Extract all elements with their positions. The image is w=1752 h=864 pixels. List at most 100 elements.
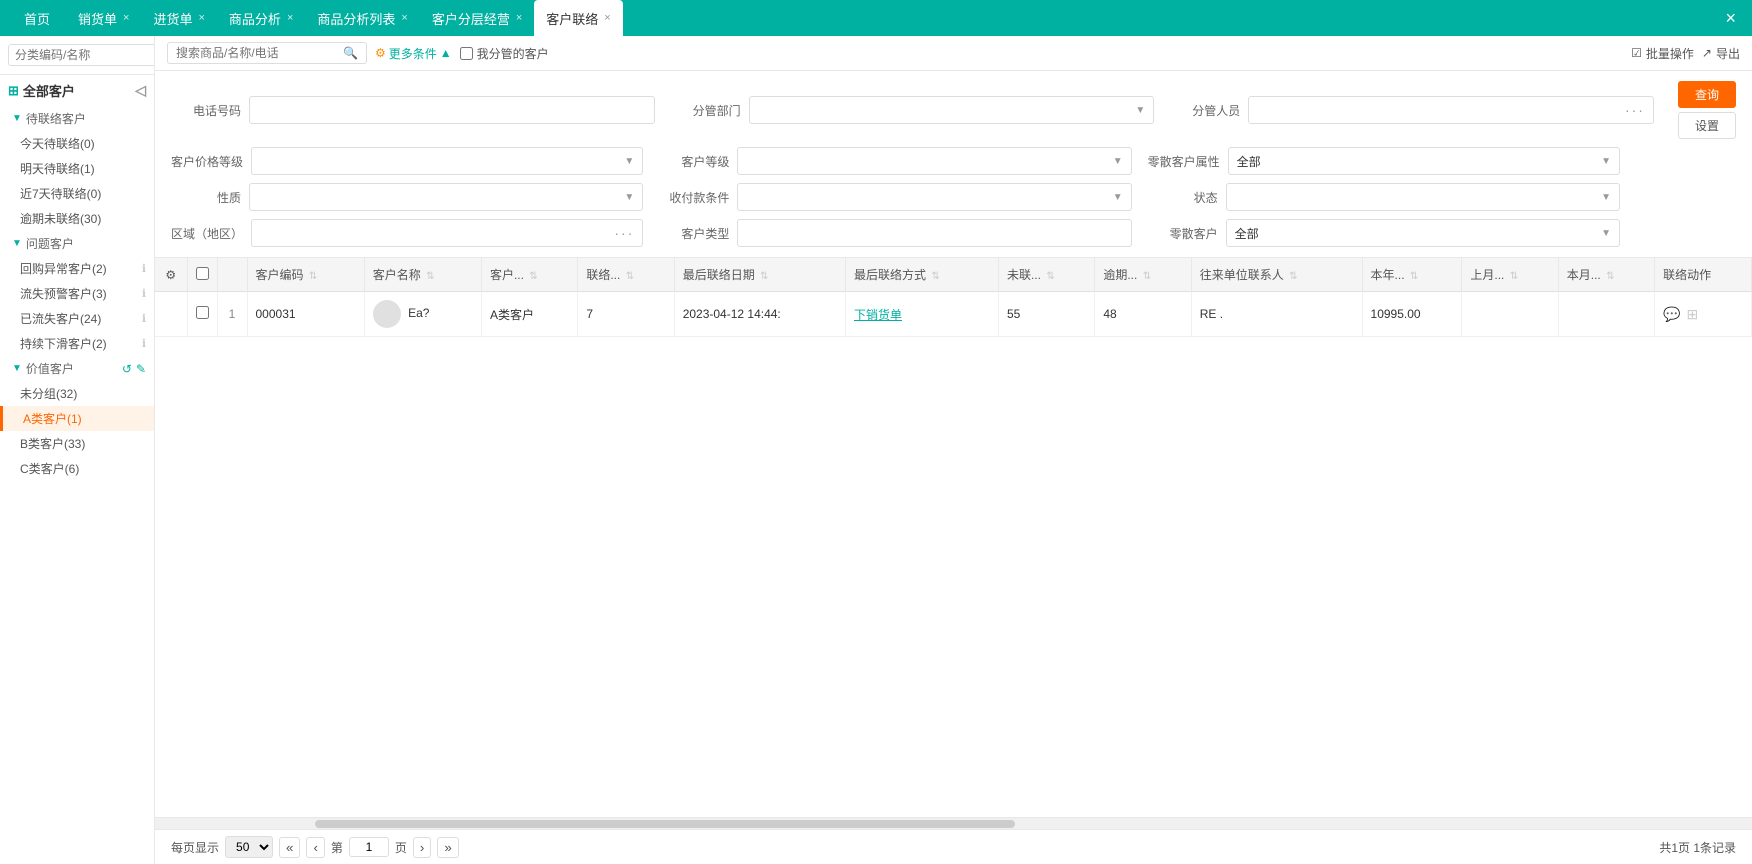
close-all-tabs[interactable]: × [1717,8,1744,29]
col-gear[interactable]: ⚙ [155,258,187,292]
per-page-select[interactable]: 50 [225,836,273,858]
col-customer-type[interactable]: 客户... ⇅ [481,258,577,292]
checkbox-icon: ☑ [1631,46,1642,60]
page-input[interactable] [349,837,389,857]
col-last-month[interactable]: 上月... ⇅ [1462,258,1558,292]
select-all-checkbox[interactable] [196,267,209,280]
sidebar-item-class-c[interactable]: C类客户(6) [0,456,154,481]
chat-action-icon[interactable]: 💬 [1663,306,1680,323]
col-name[interactable]: 客户名称 ⇅ [364,258,481,292]
sidebar-item-churn-warning[interactable]: 流失预警客户(3) ℹ [0,281,154,306]
table-area: ⚙ 客户编码 ⇅ 客户名称 ⇅ [155,258,1752,817]
col-this-year[interactable]: 本年... ⇅ [1362,258,1462,292]
dots-icon-2: ··· [614,225,634,241]
nav-tab-analysis[interactable]: 商品分析 × [217,0,305,36]
export-btn[interactable]: ↗ 导出 [1702,45,1740,62]
sidebar-group-value[interactable]: ▼ 价值客户 ↺ ✎ [0,356,154,381]
table-row: 1 000031 Ea? A类客户 7 [155,292,1752,337]
more-filter-btn[interactable]: ⚙ 更多条件 ▲ [375,45,452,62]
last-page-btn[interactable]: » [437,837,458,858]
all-customers-label: 全部客户 [23,81,75,100]
next-page-btn[interactable]: › [413,837,431,858]
close-analysis-tab[interactable]: × [287,12,293,24]
first-page-btn[interactable]: « [279,837,300,858]
filter-panel: 电话号码 分管部门 ▼ 分管人员 ··· [155,71,1752,258]
refresh-icon[interactable]: ↺ [122,362,132,376]
col-unit-contact[interactable]: 往来单位联系人 ⇅ [1191,258,1362,292]
sidebar-item-7days[interactable]: 近7天待联络(0) [0,181,154,206]
my-customers-check[interactable] [460,47,473,60]
row-customer-type: A类客户 [481,292,577,337]
customer-avatar [373,300,401,328]
pagination: 每页显示 50 « ‹ 第 页 › » [171,836,459,858]
filter-customer-type-input[interactable] [737,219,1131,247]
sidebar-group-problem[interactable]: ▼ 问题客户 [0,231,154,256]
col-code[interactable]: 客户编码 ⇅ [247,258,364,292]
sidebar-item-ungrouped[interactable]: 未分组(32) [0,381,154,406]
col-last-date[interactable]: 最后联络日期 ⇅ [674,258,845,292]
close-purchase-tab[interactable]: × [198,12,204,24]
nav-tab-sales[interactable]: 销货单 × [66,0,141,36]
qr-action-icon[interactable]: ⊞ [1687,306,1699,323]
filter-scattered-select[interactable]: 全部 ▼ [1226,219,1620,247]
sidebar-item-churned[interactable]: 已流失客户(24) ℹ [0,306,154,331]
setting-button[interactable]: 设置 [1678,112,1736,139]
row-actions: 💬 ⊞ [1655,292,1752,337]
close-analysis-list-tab[interactable]: × [401,12,407,24]
filter-nature-select[interactable]: ▼ [249,183,643,211]
col-overdue[interactable]: 逾期... ⇅ [1095,258,1191,292]
sidebar-item-abnormal[interactable]: 回购异常客户(2) ℹ [0,256,154,281]
nav-tab-home[interactable]: 首页 [8,0,66,36]
scrollbar-thumb[interactable] [315,820,1015,828]
row-select-checkbox[interactable] [196,306,209,319]
nav-tab-analysis-list[interactable]: 商品分析列表 × [305,0,419,36]
customer-table: ⚙ 客户编码 ⇅ 客户名称 ⇅ [155,258,1752,337]
filter-price-level-select[interactable]: ▼ [251,147,643,175]
sidebar-item-today[interactable]: 今天待联络(0) [0,131,154,156]
sidebar-item-declining[interactable]: 持续下滑客户(2) ℹ [0,331,154,356]
col-last-way[interactable]: 最后联络方式 ⇅ [846,258,999,292]
sidebar-group-value-label: 价值客户 [26,360,74,377]
col-contact-count[interactable]: 联络... ⇅ [578,258,674,292]
edit-icon[interactable]: ✎ [136,362,146,376]
sidebar-item-class-a[interactable]: A类客户(1) [0,406,154,431]
filter-customer-level-select[interactable]: ▼ [737,147,1131,175]
prev-page-btn[interactable]: ‹ [306,837,324,858]
filter-scattered-label: 零散客户 [1148,225,1218,242]
filter-dept-label: 分管部门 [671,102,741,119]
filter-phone-input[interactable] [249,96,655,124]
sidebar-search-input[interactable] [8,44,155,66]
query-button[interactable]: 查询 [1678,81,1736,108]
filter-scattered-attr-select[interactable]: 全部 ▼ [1228,147,1620,175]
filter-manager-select[interactable]: ··· [1248,96,1654,124]
all-customers-header[interactable]: ⊞ 全部客户 ◁ [0,75,154,106]
sidebar-group-pending-label: 待联络客户 [26,110,86,127]
close-sales-tab[interactable]: × [123,12,129,24]
sidebar-item-tomorrow[interactable]: 明天待联络(1) [0,156,154,181]
col-this-month[interactable]: 本月... ⇅ [1558,258,1654,292]
filter-region-select[interactable]: ··· [251,219,643,247]
sidebar-item-overdue[interactable]: 逾期未联络(30) [0,206,154,231]
filter-scattered-attr-label: 零散客户属性 [1148,153,1220,170]
nav-tab-customer-contact[interactable]: 客户联络 × [534,0,622,36]
filter-dept-select[interactable]: ▼ [749,96,1155,124]
batch-op-btn[interactable]: ☑ 批量操作 [1631,45,1694,62]
search-input[interactable] [176,46,343,60]
row-last-way: 下销货单 [846,292,999,337]
nav-tab-customer-layer[interactable]: 客户分层经营 × [420,0,534,36]
horizontal-scrollbar[interactable] [155,817,1752,829]
my-customers-checkbox[interactable]: 我分管的客户 [460,45,549,62]
close-customer-contact-tab[interactable]: × [604,12,610,24]
filter-status-select[interactable]: ▼ [1226,183,1620,211]
sidebar-item-class-b[interactable]: B类客户(33) [0,431,154,456]
close-customer-layer-tab[interactable]: × [516,12,522,24]
sidebar-collapse-btn[interactable]: ◁ [135,82,146,99]
sort-icon-name: ⇅ [426,271,434,282]
col-no-contact[interactable]: 未联... ⇅ [998,258,1094,292]
row-checkbox [187,292,217,337]
sidebar-group-pending[interactable]: ▼ 待联络客户 [0,106,154,131]
last-way-link[interactable]: 下销货单 [854,308,902,322]
search-icon[interactable]: 🔍 [343,46,358,60]
nav-tab-purchase[interactable]: 进货单 × [141,0,216,36]
filter-payment-select[interactable]: ▼ [737,183,1131,211]
